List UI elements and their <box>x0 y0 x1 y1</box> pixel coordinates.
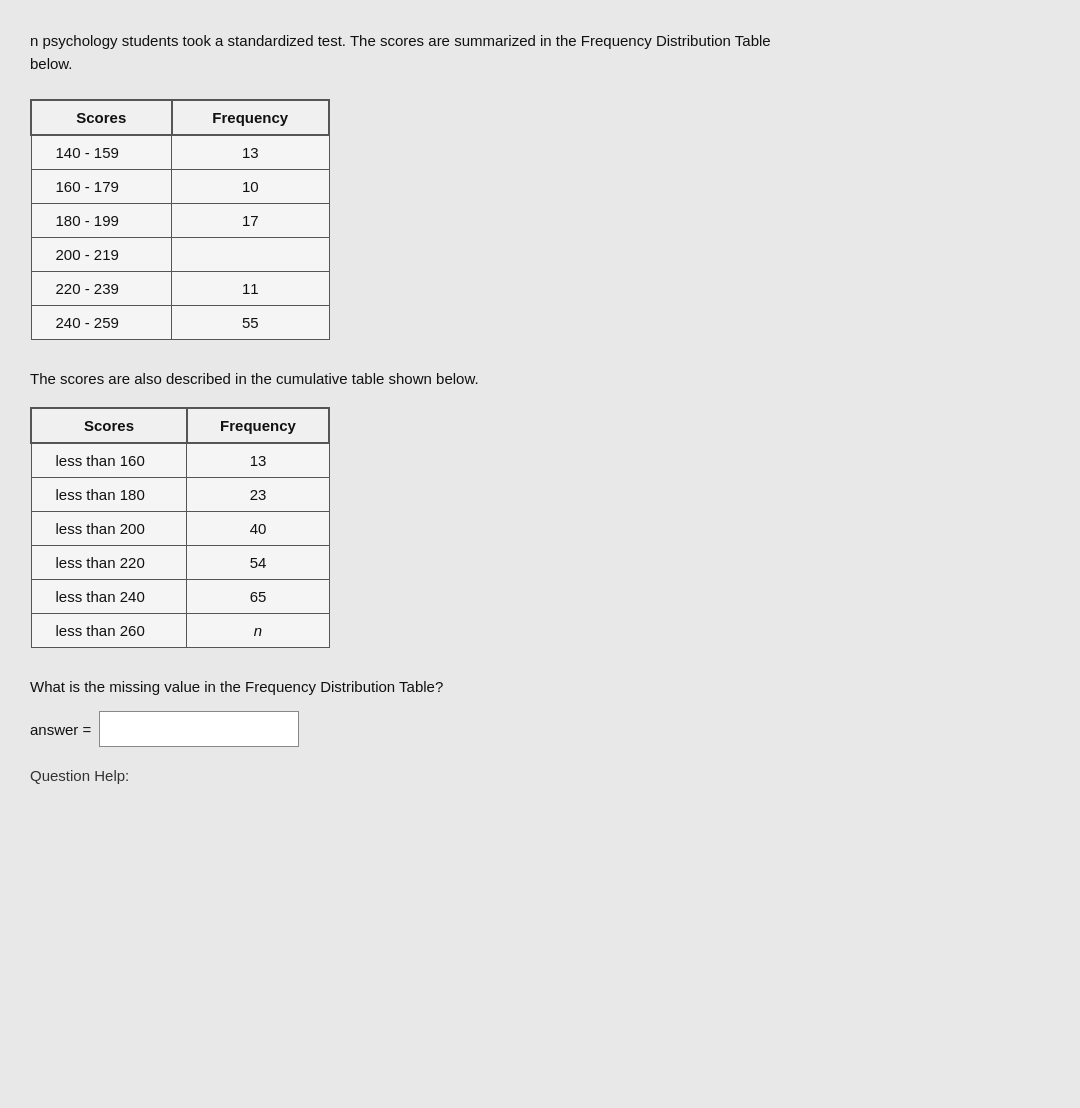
intro-text: n psychology students took a standardize… <box>30 30 790 75</box>
table-row: less than 20040 <box>31 512 329 546</box>
frequency-cell: 23 <box>187 478 329 512</box>
frequency-cell: 11 <box>172 272 329 306</box>
scores-cell: 140 - 159 <box>31 135 172 170</box>
table-row: 140 - 15913 <box>31 135 329 170</box>
table-row: less than 16013 <box>31 443 329 478</box>
scores-cell: less than 220 <box>31 546 187 580</box>
table-row: 240 - 25955 <box>31 306 329 340</box>
between-text: The scores are also described in the cum… <box>30 370 1050 387</box>
freq-table-frequency-header: Frequency <box>172 100 329 135</box>
table-row: 160 - 17910 <box>31 170 329 204</box>
table-row: less than 24065 <box>31 580 329 614</box>
scores-cell: 180 - 199 <box>31 204 172 238</box>
frequency-cell: 55 <box>172 306 329 340</box>
frequency-cell: 65 <box>187 580 329 614</box>
frequency-cell: 13 <box>172 135 329 170</box>
scores-cell: 220 - 239 <box>31 272 172 306</box>
frequency-distribution-table: Scores Frequency 140 - 15913160 - 179101… <box>30 99 330 340</box>
table-row: 220 - 23911 <box>31 272 329 306</box>
frequency-cell: 54 <box>187 546 329 580</box>
question-help-label: Question Help: <box>30 767 1050 784</box>
scores-cell: 240 - 259 <box>31 306 172 340</box>
scores-cell: less than 200 <box>31 512 187 546</box>
frequency-cell: n <box>187 614 329 648</box>
table-row: less than 18023 <box>31 478 329 512</box>
scores-cell: 200 - 219 <box>31 238 172 272</box>
scores-cell: less than 240 <box>31 580 187 614</box>
scores-cell: 160 - 179 <box>31 170 172 204</box>
cum-table-scores-header: Scores <box>31 408 187 443</box>
answer-input[interactable] <box>99 711 299 747</box>
question-text: What is the missing value in the Frequen… <box>30 678 1050 695</box>
scores-cell: less than 160 <box>31 443 187 478</box>
frequency-cell: 40 <box>187 512 329 546</box>
frequency-cell: 10 <box>172 170 329 204</box>
answer-label: answer = <box>30 721 91 738</box>
scores-cell: less than 180 <box>31 478 187 512</box>
frequency-cell: 17 <box>172 204 329 238</box>
freq-table-scores-header: Scores <box>31 100 172 135</box>
table-row: less than 22054 <box>31 546 329 580</box>
frequency-cell: 13 <box>187 443 329 478</box>
frequency-cell <box>172 238 329 272</box>
table-row: less than 260n <box>31 614 329 648</box>
cumulative-frequency-table: Scores Frequency less than 16013less tha… <box>30 407 330 648</box>
table-row: 200 - 219 <box>31 238 329 272</box>
table-row: 180 - 19917 <box>31 204 329 238</box>
cum-table-frequency-header: Frequency <box>187 408 329 443</box>
answer-row: answer = <box>30 711 1050 747</box>
scores-cell: less than 260 <box>31 614 187 648</box>
